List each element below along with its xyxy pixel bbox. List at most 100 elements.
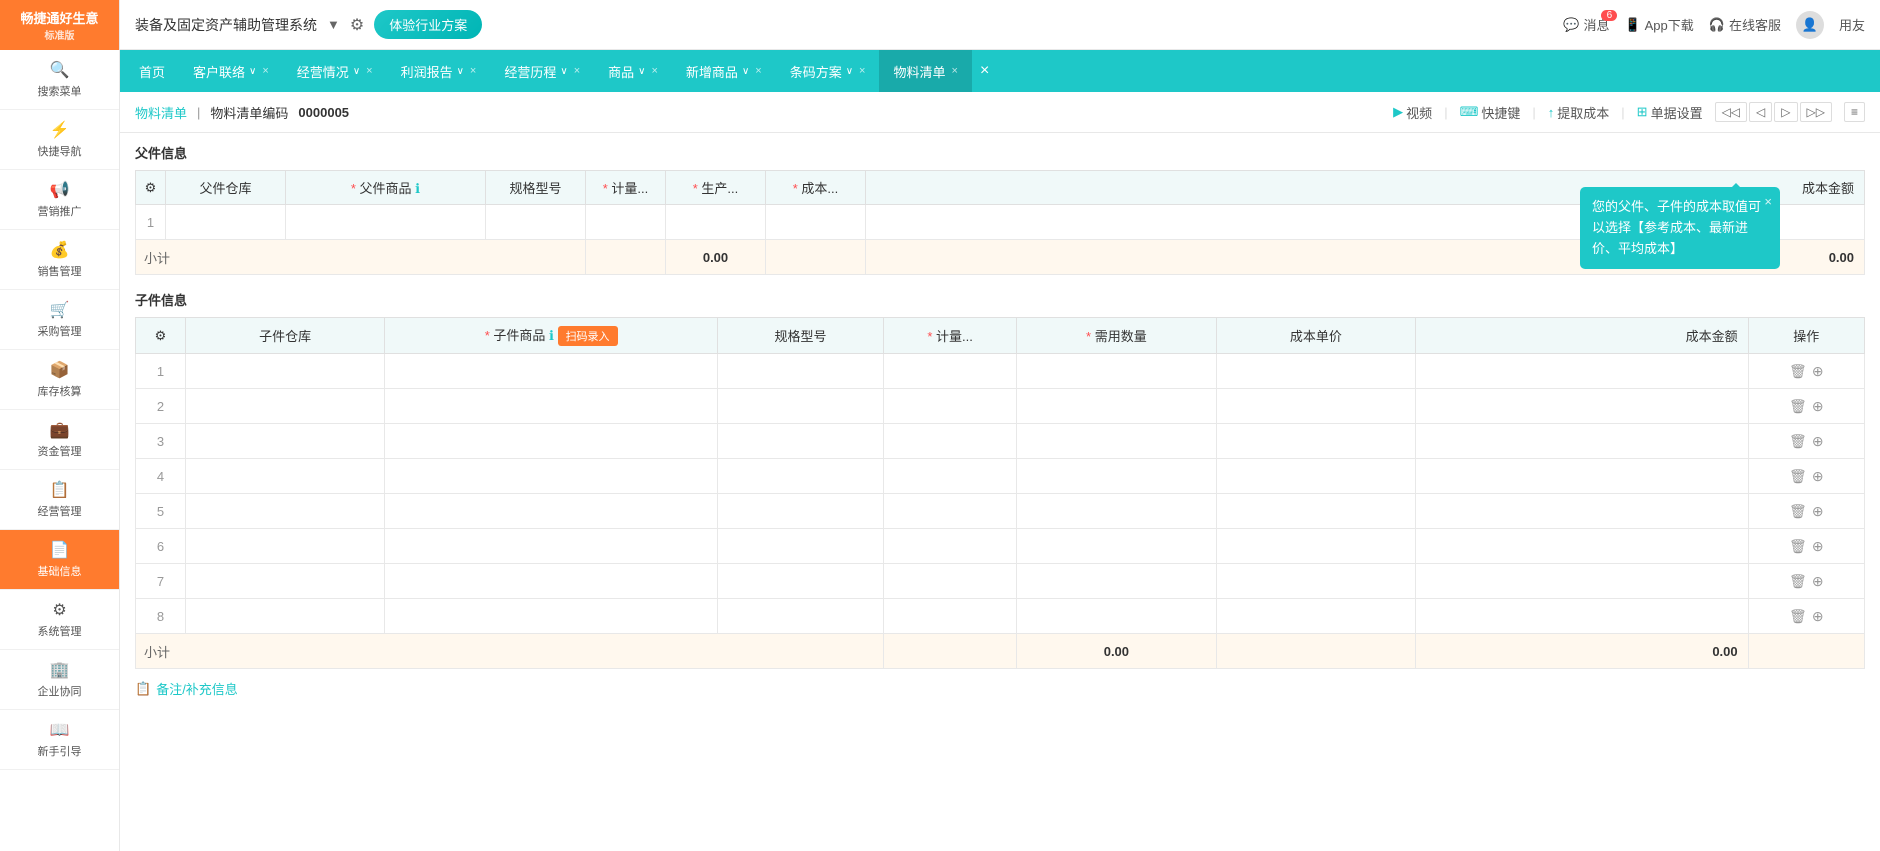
- child-row-5-quantity[interactable]: [1017, 494, 1217, 529]
- copy-icon-row-6[interactable]: ⊕: [1812, 538, 1824, 555]
- video-button[interactable]: ▶ 视频: [1393, 103, 1432, 122]
- child-row-4-unit[interactable]: [884, 459, 1017, 494]
- child-row-5-amount[interactable]: [1416, 494, 1749, 529]
- parent-row-1-production[interactable]: [666, 205, 766, 240]
- child-row-2-warehouse[interactable]: [185, 389, 385, 424]
- child-row-7-product[interactable]: [385, 564, 718, 599]
- child-row-8-product[interactable]: [385, 599, 718, 634]
- child-row-8-unit[interactable]: [884, 599, 1017, 634]
- app-download-button[interactable]: 📱 App下载: [1624, 15, 1693, 34]
- child-row-7-unit-price[interactable]: [1216, 564, 1416, 599]
- tooltip-close-button[interactable]: ×: [1764, 192, 1772, 213]
- grid-view-button[interactable]: ≡: [1844, 102, 1865, 122]
- child-row-1-product[interactable]: [385, 354, 718, 389]
- child-col-settings[interactable]: ⚙: [136, 318, 186, 354]
- child-row-2-quantity[interactable]: [1017, 389, 1217, 424]
- sidebar-item-operation[interactable]: 📋 经营管理: [0, 470, 119, 530]
- child-row-7-quantity[interactable]: [1017, 564, 1217, 599]
- page-first-button[interactable]: ◁◁: [1715, 102, 1747, 122]
- tab-products[interactable]: 商品 ∨ ×: [594, 50, 672, 92]
- child-row-2-product[interactable]: [385, 389, 718, 424]
- child-row-3-unit-price[interactable]: [1216, 424, 1416, 459]
- delete-icon-row-7[interactable]: 🗑: [1789, 573, 1807, 590]
- copy-icon-row-2[interactable]: ⊕: [1812, 398, 1824, 415]
- user-avatar[interactable]: 👤: [1796, 11, 1824, 39]
- child-row-4-warehouse[interactable]: [185, 459, 385, 494]
- sidebar-item-quick-nav[interactable]: ⚡ 快捷导航: [0, 110, 119, 170]
- child-row-5-unit-price[interactable]: [1216, 494, 1416, 529]
- tab-profit-close[interactable]: ×: [470, 65, 476, 77]
- page-next-button[interactable]: ▷: [1774, 102, 1797, 122]
- tab-new-products[interactable]: 新增商品 ∨ ×: [672, 50, 776, 92]
- sidebar-item-finance[interactable]: 💼 资金管理: [0, 410, 119, 470]
- copy-icon-row-3[interactable]: ⊕: [1812, 433, 1824, 450]
- child-row-3-unit[interactable]: [884, 424, 1017, 459]
- delete-icon-row-2[interactable]: 🗑: [1789, 398, 1807, 415]
- child-row-5-unit[interactable]: [884, 494, 1017, 529]
- tab-profit[interactable]: 利润报告 ∨ ×: [387, 50, 491, 92]
- child-row-6-unit-price[interactable]: [1216, 529, 1416, 564]
- sidebar-item-system[interactable]: ⚙ 系统管理: [0, 590, 119, 650]
- child-row-2-unit-price[interactable]: [1216, 389, 1416, 424]
- sidebar-item-marketing[interactable]: 📢 营销推广: [0, 170, 119, 230]
- child-row-1-unit[interactable]: [884, 354, 1017, 389]
- child-row-7-warehouse[interactable]: [185, 564, 385, 599]
- child-row-3-quantity[interactable]: [1017, 424, 1217, 459]
- parent-row-1-product[interactable]: [286, 205, 486, 240]
- tab-customers-close[interactable]: ×: [262, 65, 268, 77]
- tab-history[interactable]: 经营历程 ∨ ×: [490, 50, 594, 92]
- child-row-6-amount[interactable]: [1416, 529, 1749, 564]
- tab-barcode-close[interactable]: ×: [859, 65, 865, 77]
- system-dropdown-button[interactable]: ▼: [327, 17, 340, 32]
- parent-row-1-warehouse[interactable]: [166, 205, 286, 240]
- delete-icon-row-8[interactable]: 🗑: [1789, 608, 1807, 625]
- close-all-tabs-button[interactable]: ×: [972, 62, 997, 80]
- sidebar-item-inventory[interactable]: 📦 库存核算: [0, 350, 119, 410]
- parent-row-1-unit[interactable]: [586, 205, 666, 240]
- bottom-section[interactable]: 📋 备注/补充信息: [120, 669, 1880, 708]
- child-row-3-product[interactable]: [385, 424, 718, 459]
- child-row-6-warehouse[interactable]: [185, 529, 385, 564]
- scan-button[interactable]: 扫码录入: [558, 326, 618, 346]
- sidebar-item-enterprise[interactable]: 🏢 企业协同: [0, 650, 119, 710]
- child-row-4-amount[interactable]: [1416, 459, 1749, 494]
- child-row-7-spec[interactable]: [717, 564, 883, 599]
- child-row-8-spec[interactable]: [717, 599, 883, 634]
- copy-icon-row-1[interactable]: ⊕: [1812, 363, 1824, 380]
- child-row-1-warehouse[interactable]: [185, 354, 385, 389]
- delete-icon-row-6[interactable]: 🗑: [1789, 538, 1807, 555]
- delete-icon-row-5[interactable]: 🗑: [1789, 503, 1807, 520]
- child-row-3-spec[interactable]: [717, 424, 883, 459]
- tab-operations-close[interactable]: ×: [366, 65, 372, 77]
- child-row-7-unit[interactable]: [884, 564, 1017, 599]
- child-row-6-unit[interactable]: [884, 529, 1017, 564]
- child-row-1-spec[interactable]: [717, 354, 883, 389]
- tab-products-close[interactable]: ×: [651, 65, 657, 77]
- notification-button[interactable]: 💬 消息 6: [1563, 15, 1609, 34]
- breadcrumb[interactable]: 物料清单: [135, 103, 187, 122]
- child-row-6-quantity[interactable]: [1017, 529, 1217, 564]
- experience-button[interactable]: 体验行业方案: [374, 10, 482, 39]
- child-row-5-product[interactable]: [385, 494, 718, 529]
- extract-cost-button[interactable]: ↑ 提取成本: [1548, 103, 1610, 122]
- child-row-3-amount[interactable]: [1416, 424, 1749, 459]
- tab-home[interactable]: 首页: [125, 50, 179, 92]
- page-prev-button[interactable]: ◁: [1749, 102, 1772, 122]
- child-row-8-amount[interactable]: [1416, 599, 1749, 634]
- child-row-2-spec[interactable]: [717, 389, 883, 424]
- child-row-6-spec[interactable]: [717, 529, 883, 564]
- copy-icon-row-4[interactable]: ⊕: [1812, 468, 1824, 485]
- copy-icon-row-5[interactable]: ⊕: [1812, 503, 1824, 520]
- tab-history-close[interactable]: ×: [574, 65, 580, 77]
- child-row-4-product[interactable]: [385, 459, 718, 494]
- sidebar-item-guide[interactable]: 📖 新手引导: [0, 710, 119, 770]
- online-service-button[interactable]: 🎧 在线客服: [1709, 15, 1781, 34]
- parent-row-1-spec[interactable]: [486, 205, 586, 240]
- child-row-4-quantity[interactable]: [1017, 459, 1217, 494]
- child-row-3-warehouse[interactable]: [185, 424, 385, 459]
- delete-icon-row-1[interactable]: 🗑: [1789, 363, 1807, 380]
- sidebar-item-basic-info[interactable]: 📄 基础信息: [0, 530, 119, 590]
- shortcut-button[interactable]: ⌨ 快捷键: [1460, 103, 1521, 122]
- child-row-2-amount[interactable]: [1416, 389, 1749, 424]
- child-row-6-product[interactable]: [385, 529, 718, 564]
